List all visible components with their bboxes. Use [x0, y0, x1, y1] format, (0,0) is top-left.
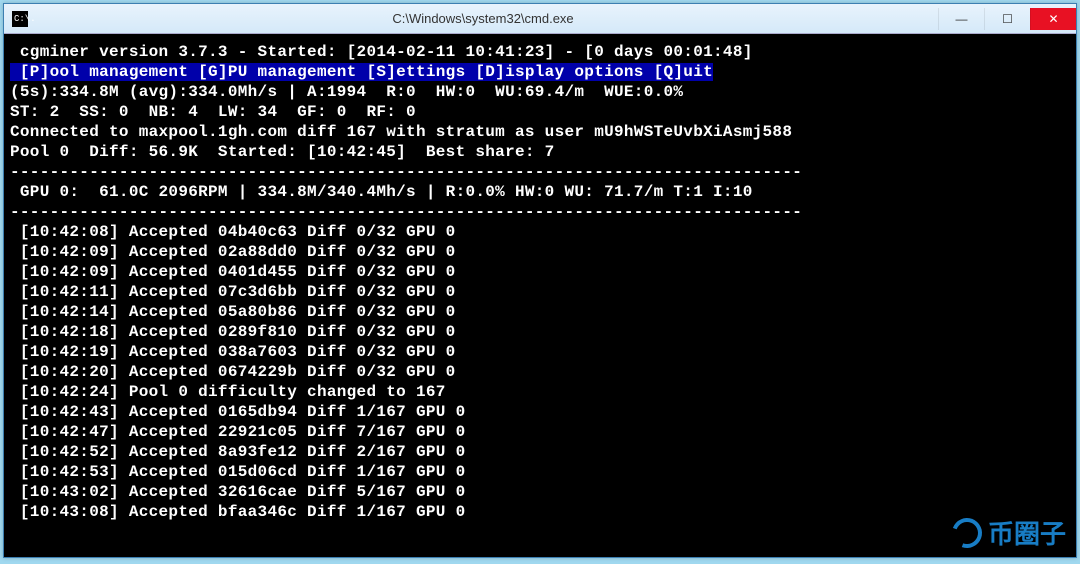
log-line: [10:42:24] Pool 0 difficulty changed to …	[10, 383, 446, 401]
window-title: C:\Windows\system32\cmd.exe	[28, 11, 938, 26]
cmd-window: C:\. C:\Windows\system32\cmd.exe — ☐ ✕ c…	[3, 3, 1077, 558]
log-line: [10:42:47] Accepted 22921c05 Diff 7/167 …	[10, 423, 465, 441]
log-line: [10:42:11] Accepted 07c3d6bb Diff 0/32 G…	[10, 283, 456, 301]
gpu-line: GPU 0: 61.0C 2096RPM | 334.8M/340.4Mh/s …	[10, 183, 753, 201]
connection-line: Connected to maxpool.1gh.com diff 167 wi…	[10, 123, 792, 141]
minimize-button[interactable]: —	[938, 8, 984, 30]
version-line: cgminer version 3.7.3 - Started: [2014-0…	[10, 43, 753, 61]
watermark-text: 币圈子	[988, 514, 1066, 551]
log-line: [10:42:20] Accepted 0674229b Diff 0/32 G…	[10, 363, 456, 381]
log-line: [10:42:53] Accepted 015d06cd Diff 1/167 …	[10, 463, 465, 481]
log-line: [10:42:52] Accepted 8a93fe12 Diff 2/167 …	[10, 443, 465, 461]
stats-line-1: (5s):334.8M (avg):334.0Mh/s | A:1994 R:0…	[10, 83, 683, 101]
console-output: cgminer version 3.7.3 - Started: [2014-0…	[4, 34, 1076, 557]
log-line: [10:42:43] Accepted 0165db94 Diff 1/167 …	[10, 403, 465, 421]
log-line: [10:42:08] Accepted 04b40c63 Diff 0/32 G…	[10, 223, 456, 241]
stats-line-2: ST: 2 SS: 0 NB: 4 LW: 34 GF: 0 RF: 0	[10, 103, 416, 121]
watermark-icon	[947, 513, 987, 553]
divider: ----------------------------------------…	[10, 203, 802, 221]
app-icon: C:\.	[12, 11, 28, 27]
maximize-button[interactable]: ☐	[984, 8, 1030, 30]
watermark: 币圈子	[952, 514, 1066, 551]
log-line: [10:42:09] Accepted 0401d455 Diff 0/32 G…	[10, 263, 456, 281]
menu-line[interactable]: [P]ool management [G]PU management [S]et…	[10, 63, 713, 81]
window-controls: — ☐ ✕	[938, 8, 1076, 30]
log-line: [10:43:02] Accepted 32616cae Diff 5/167 …	[10, 483, 465, 501]
log-line: [10:43:08] Accepted bfaa346c Diff 1/167 …	[10, 503, 465, 521]
titlebar[interactable]: C:\. C:\Windows\system32\cmd.exe — ☐ ✕	[4, 4, 1076, 34]
log-line: [10:42:14] Accepted 05a80b86 Diff 0/32 G…	[10, 303, 456, 321]
log-line: [10:42:18] Accepted 0289f810 Diff 0/32 G…	[10, 323, 456, 341]
log-line: [10:42:19] Accepted 038a7603 Diff 0/32 G…	[10, 343, 456, 361]
block-line: Pool 0 Diff: 56.9K Started: [10:42:45] B…	[10, 143, 555, 161]
divider: ----------------------------------------…	[10, 163, 802, 181]
log-line: [10:42:09] Accepted 02a88dd0 Diff 0/32 G…	[10, 243, 456, 261]
close-button[interactable]: ✕	[1030, 8, 1076, 30]
